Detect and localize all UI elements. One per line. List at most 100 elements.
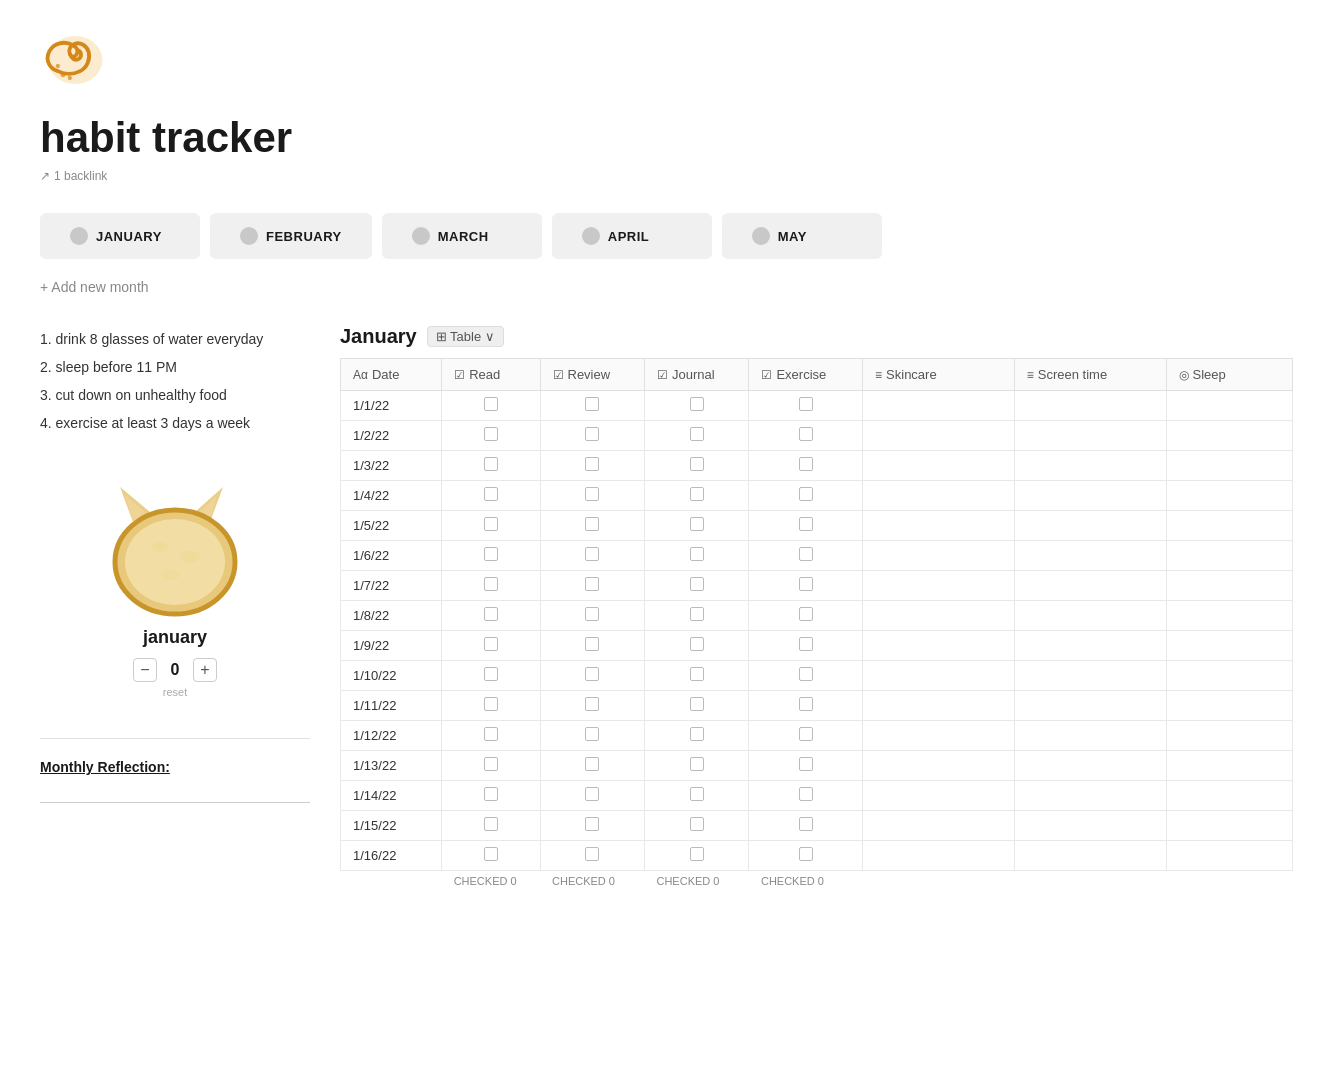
sleep-cell	[1166, 781, 1293, 811]
month-card-april[interactable]: APRIL	[552, 213, 712, 259]
exercise-checkbox[interactable]	[799, 727, 813, 741]
read-checkbox[interactable]	[484, 427, 498, 441]
journal-checkbox[interactable]	[690, 487, 704, 501]
month-card-january[interactable]: JANUARY	[40, 213, 200, 259]
review-cell	[540, 811, 644, 841]
page-title: habit tracker	[40, 113, 1293, 163]
review-checkbox[interactable]	[585, 547, 599, 561]
exercise-cell	[749, 661, 863, 691]
read-checkbox[interactable]	[484, 397, 498, 411]
review-cell	[540, 511, 644, 541]
journal-checkbox[interactable]	[690, 727, 704, 741]
read-checkbox[interactable]	[484, 517, 498, 531]
journal-checkbox[interactable]	[690, 667, 704, 681]
habit-list: 1. drink 8 glasses of water everyday 2. …	[40, 325, 310, 437]
exercise-checkbox[interactable]	[799, 607, 813, 621]
read-cell	[442, 811, 540, 841]
sleep-cell	[1166, 721, 1293, 751]
add-month-button[interactable]: + Add new month	[40, 279, 149, 295]
journal-checkbox[interactable]	[690, 457, 704, 471]
read-cell	[442, 391, 540, 421]
exercise-checkbox[interactable]	[799, 457, 813, 471]
col-header-journal: ☑Journal	[644, 359, 748, 391]
svg-point-9	[161, 570, 179, 580]
journal-checkbox[interactable]	[690, 517, 704, 531]
exercise-checkbox[interactable]	[799, 757, 813, 771]
exercise-checkbox[interactable]	[799, 697, 813, 711]
read-checkbox[interactable]	[484, 577, 498, 591]
exercise-checkbox[interactable]	[799, 817, 813, 831]
exercise-checkbox[interactable]	[799, 667, 813, 681]
journal-checkbox[interactable]	[690, 547, 704, 561]
review-checkbox[interactable]	[585, 757, 599, 771]
exercise-checkbox[interactable]	[799, 547, 813, 561]
reset-label[interactable]: reset	[163, 686, 187, 698]
col-header-date: AαDate	[341, 359, 442, 391]
read-checkbox[interactable]	[484, 637, 498, 651]
table-view-button[interactable]: ⊞ Table ∨	[427, 326, 504, 347]
read-cell	[442, 481, 540, 511]
backlink[interactable]: ↗ 1 backlink	[40, 169, 1293, 183]
screentime-cell	[1014, 391, 1166, 421]
month-card-may[interactable]: MAY	[722, 213, 882, 259]
journal-checkbox[interactable]	[690, 427, 704, 441]
exercise-checkbox[interactable]	[799, 637, 813, 651]
exercise-checkbox[interactable]	[799, 397, 813, 411]
review-checkbox[interactable]	[585, 577, 599, 591]
table-row: 1/3/22	[341, 451, 1293, 481]
read-checkbox[interactable]	[484, 847, 498, 861]
review-checkbox[interactable]	[585, 727, 599, 741]
exercise-checkbox[interactable]	[799, 487, 813, 501]
increment-button[interactable]: +	[193, 658, 217, 682]
review-checkbox[interactable]	[585, 427, 599, 441]
exercise-checkbox[interactable]	[799, 427, 813, 441]
svg-point-6	[125, 519, 225, 605]
exercise-checkbox[interactable]	[799, 787, 813, 801]
journal-checkbox[interactable]	[690, 757, 704, 771]
footer-row: CHECKED 0 CHECKED 0 CHECKED 0 CHECKED 0	[341, 871, 1293, 892]
read-checkbox[interactable]	[484, 727, 498, 741]
read-checkbox[interactable]	[484, 787, 498, 801]
journal-checkbox[interactable]	[690, 577, 704, 591]
exercise-checkbox[interactable]	[799, 517, 813, 531]
review-checkbox[interactable]	[585, 517, 599, 531]
read-checkbox[interactable]	[484, 667, 498, 681]
col-header-skincare: ≡Skincare	[863, 359, 1015, 391]
month-card-march[interactable]: MARCH	[382, 213, 542, 259]
review-checkbox[interactable]	[585, 457, 599, 471]
review-checkbox[interactable]	[585, 487, 599, 501]
date-cell: 1/1/22	[341, 391, 442, 421]
bread-image-container: january − 0 + reset	[40, 467, 310, 718]
review-checkbox[interactable]	[585, 817, 599, 831]
read-checkbox[interactable]	[484, 817, 498, 831]
read-checkbox[interactable]	[484, 547, 498, 561]
review-cell	[540, 451, 644, 481]
journal-checkbox[interactable]	[690, 787, 704, 801]
read-checkbox[interactable]	[484, 757, 498, 771]
exercise-cell	[749, 841, 863, 871]
read-checkbox[interactable]	[484, 697, 498, 711]
month-card-february[interactable]: FEBRUARY	[210, 213, 372, 259]
exercise-checkbox[interactable]	[799, 847, 813, 861]
date-col-icon: Aα	[353, 368, 368, 382]
journal-checkbox[interactable]	[690, 817, 704, 831]
review-checkbox[interactable]	[585, 697, 599, 711]
read-cell	[442, 511, 540, 541]
decrement-button[interactable]: −	[133, 658, 157, 682]
review-checkbox[interactable]	[585, 847, 599, 861]
journal-checkbox[interactable]	[690, 847, 704, 861]
journal-checkbox[interactable]	[690, 397, 704, 411]
journal-checkbox[interactable]	[690, 637, 704, 651]
review-checkbox[interactable]	[585, 637, 599, 651]
journal-checkbox[interactable]	[690, 697, 704, 711]
review-checkbox[interactable]	[585, 667, 599, 681]
review-checkbox[interactable]	[585, 607, 599, 621]
exercise-cell	[749, 691, 863, 721]
review-checkbox[interactable]	[585, 787, 599, 801]
journal-checkbox[interactable]	[690, 607, 704, 621]
exercise-checkbox[interactable]	[799, 577, 813, 591]
read-checkbox[interactable]	[484, 487, 498, 501]
read-checkbox[interactable]	[484, 607, 498, 621]
read-checkbox[interactable]	[484, 457, 498, 471]
review-checkbox[interactable]	[585, 397, 599, 411]
